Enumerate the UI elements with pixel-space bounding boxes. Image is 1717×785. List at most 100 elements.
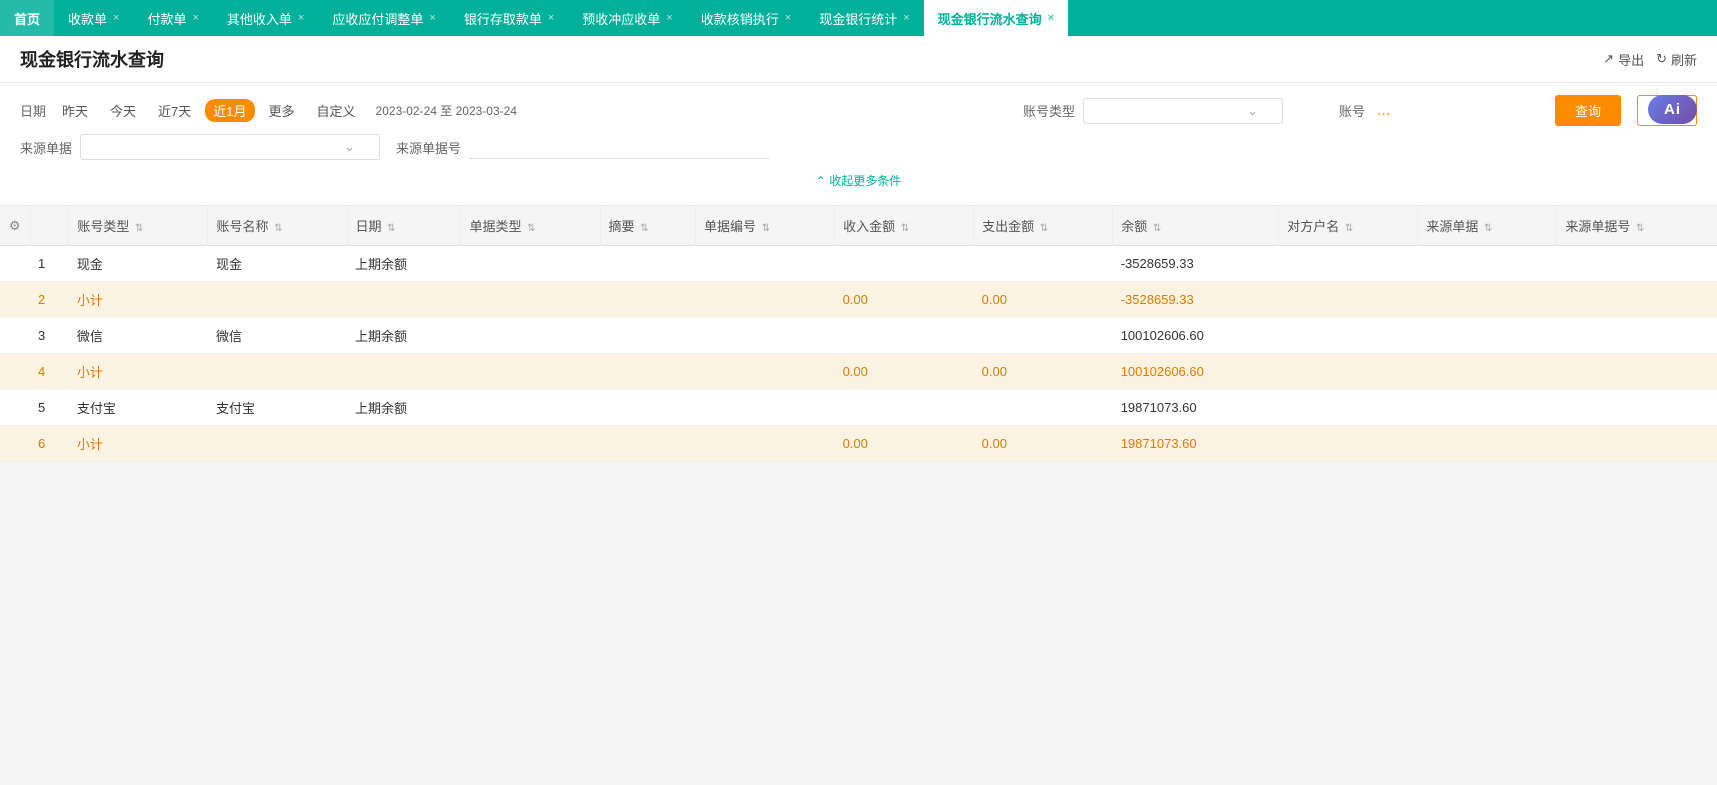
source-doc-label: 来源单据: [20, 138, 72, 157]
nav-tab-2[interactable]: 其他收入单 ×: [213, 0, 318, 36]
ai-badge[interactable]: Ai: [1648, 95, 1697, 124]
td-expense: 0.00: [974, 354, 1113, 390]
close-icon[interactable]: ×: [113, 12, 119, 24]
sort-icon: ⇅: [135, 223, 143, 234]
date-range: 2023-02-24 至 2023-03-24: [376, 102, 517, 119]
source-doc-no-input[interactable]: [469, 135, 769, 159]
nav-tab-7[interactable]: 现金银行统计 ×: [805, 0, 923, 36]
th-balance[interactable]: 余额 ⇅: [1113, 206, 1279, 246]
th-date[interactable]: 日期 ⇅: [347, 206, 461, 246]
td-account_type: 微信: [69, 318, 208, 354]
td-gear: [0, 426, 30, 462]
td-expense: 0.00: [974, 426, 1113, 462]
th-summary[interactable]: 摘要 ⇅: [600, 206, 696, 246]
table-row: 3微信微信上期余额100102606.60: [0, 318, 1717, 354]
refresh-button[interactable]: ↻ 刷新: [1656, 50, 1697, 69]
td-balance: -3528659.33: [1113, 282, 1279, 318]
th-source-doc[interactable]: 来源单据 ⇅: [1418, 206, 1557, 246]
td-source_doc: [1418, 426, 1557, 462]
collapse-bar[interactable]: ⌃ 收起更多条件: [20, 168, 1697, 193]
nav-tab-0[interactable]: 收款单 ×: [54, 0, 133, 36]
source-doc-select[interactable]: ⌄: [80, 134, 380, 160]
th-account-type[interactable]: 账号类型 ⇅: [69, 206, 208, 246]
close-icon[interactable]: ×: [903, 12, 909, 24]
td-counterpart: [1279, 282, 1418, 318]
td-doc_no: [696, 390, 835, 426]
account-ellipsis-btn[interactable]: ...: [1373, 102, 1394, 120]
table-row: 4小计0.000.00100102606.60: [0, 354, 1717, 390]
td-date: [347, 426, 461, 462]
td-account_name: [208, 426, 347, 462]
nav-tab-6[interactable]: 收款核销执行 ×: [687, 0, 805, 36]
td-doc_no: [696, 246, 835, 282]
close-icon[interactable]: ×: [785, 12, 791, 24]
date-opt-yesterday[interactable]: 昨天: [54, 99, 96, 122]
td-source_doc_no: [1557, 354, 1717, 390]
page-title: 现金银行流水查询: [20, 46, 164, 72]
date-options: 昨天 今天 近7天 近1月 更多 自定义: [54, 99, 364, 122]
page-header: 现金银行流水查询 ↗ 导出 ↻ 刷新: [0, 36, 1717, 83]
th-counterpart[interactable]: 对方户名 ⇅: [1279, 206, 1418, 246]
th-source-doc-no[interactable]: 来源单据号 ⇅: [1557, 206, 1717, 246]
td-balance: 19871073.60: [1113, 426, 1279, 462]
date-opt-today[interactable]: 今天: [102, 99, 144, 122]
export-icon: ↗: [1603, 51, 1614, 67]
td-account_name: [208, 282, 347, 318]
top-nav: 首页 收款单 × 付款单 × 其他收入单 × 应收应付调整单 × 银行存取款单 …: [0, 0, 1717, 36]
date-opt-1month[interactable]: 近1月: [205, 99, 254, 122]
query-button[interactable]: 查询: [1555, 95, 1621, 126]
td-balance: -3528659.33: [1113, 246, 1279, 282]
td-num: 3: [30, 318, 69, 354]
td-summary: [600, 354, 696, 390]
td-doc_type: [461, 246, 600, 282]
nav-tab-4[interactable]: 银行存取款单 ×: [450, 0, 568, 36]
th-expense[interactable]: 支出金额 ⇅: [974, 206, 1113, 246]
data-table: ⚙ 账号类型 ⇅ 账号名称 ⇅ 日期 ⇅ 单据类型 ⇅: [0, 206, 1717, 462]
th-income[interactable]: 收入金额 ⇅: [835, 206, 974, 246]
nav-tab-1[interactable]: 付款单 ×: [133, 0, 212, 36]
th-gear[interactable]: ⚙: [0, 206, 30, 246]
close-icon[interactable]: ×: [1048, 12, 1054, 24]
td-income: 0.00: [835, 282, 974, 318]
td-source_doc_no: [1557, 318, 1717, 354]
td-gear: [0, 318, 30, 354]
td-num: 6: [30, 426, 69, 462]
close-icon[interactable]: ×: [429, 12, 435, 24]
date-opt-7days[interactable]: 近7天: [150, 99, 199, 122]
td-summary: [600, 282, 696, 318]
td-date: [347, 282, 461, 318]
nav-tab-3[interactable]: 应收应付调整单 ×: [318, 0, 449, 36]
close-icon[interactable]: ×: [192, 12, 198, 24]
date-opt-custom[interactable]: 自定义: [309, 99, 364, 122]
td-date: [347, 354, 461, 390]
td-doc_type: [461, 354, 600, 390]
account-type-select[interactable]: ⌄: [1083, 98, 1283, 124]
date-filter-group: 日期 昨天 今天 近7天 近1月 更多 自定义 2023-02-24 至 202…: [20, 99, 517, 122]
td-num: 4: [30, 354, 69, 390]
nav-home[interactable]: 首页: [0, 0, 54, 36]
date-opt-more[interactable]: 更多: [261, 99, 303, 122]
nav-tab-5[interactable]: 预收冲应收单 ×: [568, 0, 686, 36]
close-icon[interactable]: ×: [666, 12, 672, 24]
close-icon[interactable]: ×: [298, 12, 304, 24]
gear-icon[interactable]: ⚙: [9, 218, 21, 233]
td-date: 上期余额: [347, 390, 461, 426]
td-num: 5: [30, 390, 69, 426]
td-source_doc: [1418, 246, 1557, 282]
close-icon[interactable]: ×: [548, 12, 554, 24]
td-source_doc_no: [1557, 282, 1717, 318]
export-button[interactable]: ↗ 导出: [1603, 50, 1644, 69]
account-type-label: 账号类型: [1023, 101, 1075, 120]
sort-icon: ⇅: [1484, 223, 1492, 234]
source-doc-filter-group: 来源单据 ⌄: [20, 134, 380, 160]
td-num: 2: [30, 282, 69, 318]
nav-tab-8[interactable]: 现金银行流水查询 ×: [924, 0, 1068, 36]
th-doc-no[interactable]: 单据编号 ⇅: [696, 206, 835, 246]
td-date: 上期余额: [347, 246, 461, 282]
th-doc-type[interactable]: 单据类型 ⇅: [461, 206, 600, 246]
chevron-up-icon: ⌃: [816, 174, 826, 188]
td-income: 0.00: [835, 426, 974, 462]
refresh-icon: ↻: [1656, 51, 1667, 67]
th-account-name[interactable]: 账号名称 ⇅: [208, 206, 347, 246]
td-balance: 100102606.60: [1113, 318, 1279, 354]
